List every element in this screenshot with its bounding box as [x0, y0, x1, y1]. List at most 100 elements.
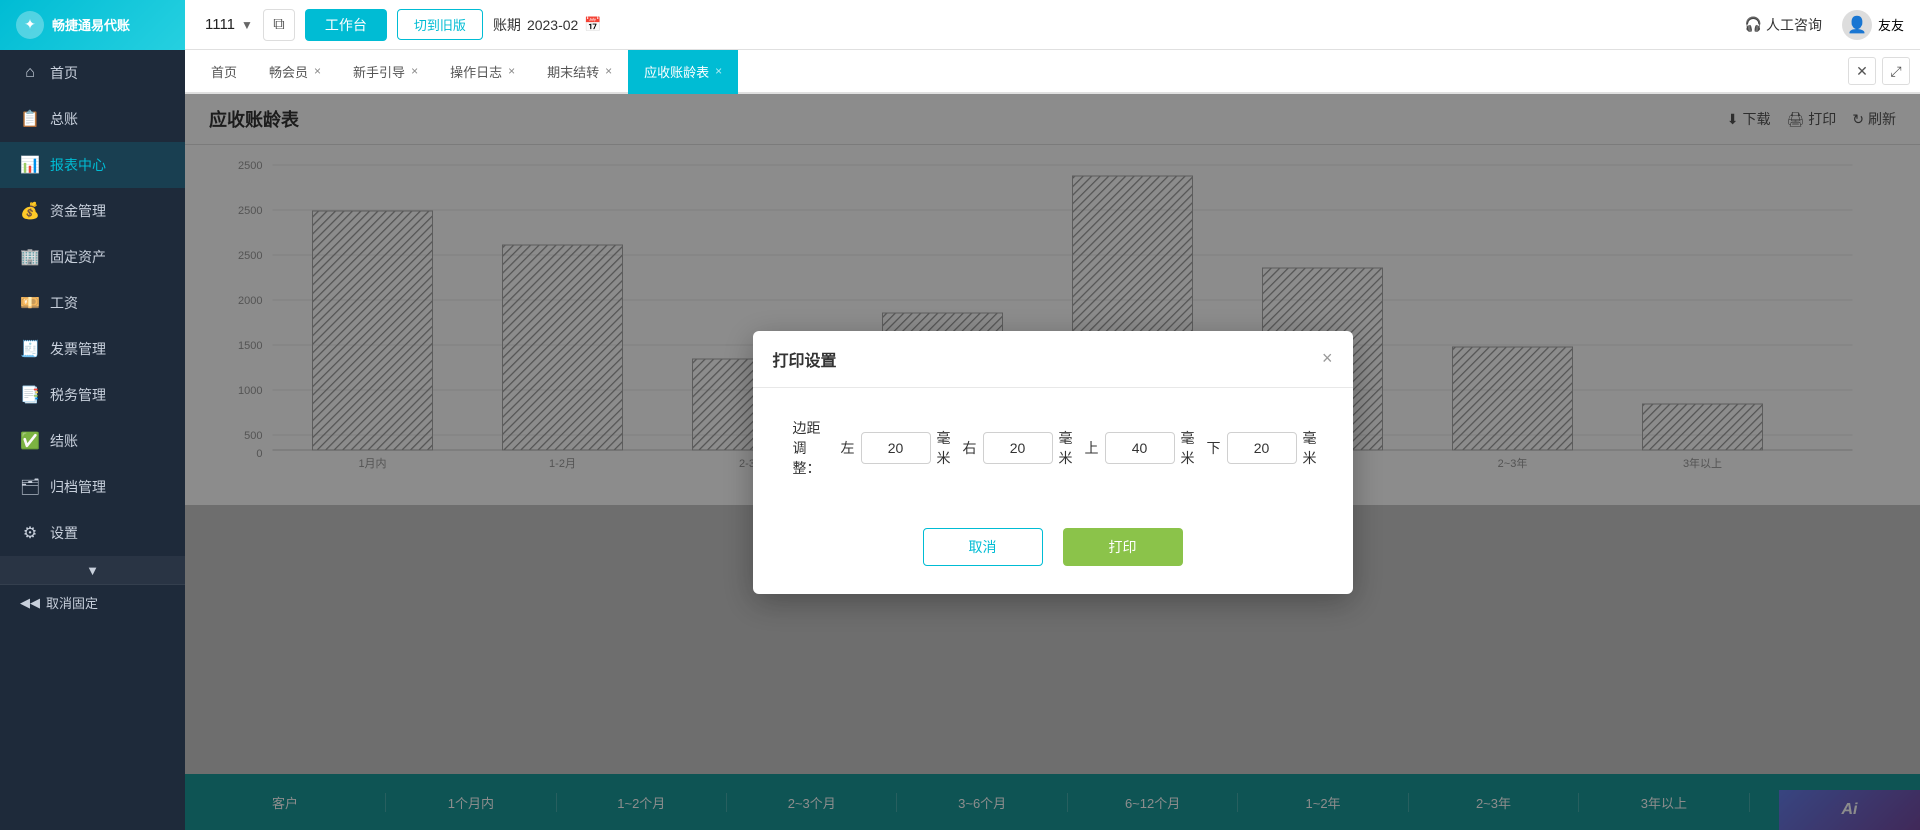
sidebar-item-invoice[interactable]: 🧾 发票管理 — [0, 326, 185, 372]
margin-right-unit: 毫米 — [1059, 428, 1073, 468]
margin-left-input[interactable] — [861, 432, 931, 464]
margin-left-unit: 毫米 — [937, 428, 951, 468]
salary-icon: 💴 — [20, 293, 40, 313]
tax-icon: 📑 — [20, 385, 40, 405]
closing-icon: ✅ — [20, 431, 40, 451]
user-area[interactable]: 👤 友友 — [1842, 10, 1904, 40]
tab-bar: 首页 畅会员 × 新手引导 × 操作日志 × 期末结转 × 应收账龄表 × — [185, 50, 1920, 94]
settings-icon: ⚙ — [20, 523, 40, 543]
ledger-icon: 📋 — [20, 109, 40, 129]
user-label: 友友 — [1878, 15, 1904, 34]
margin-row: 边距调整： 左 毫米 右 毫米 — [793, 418, 1313, 478]
cancel-fixed-button[interactable]: ◀◀ 取消固定 — [0, 584, 185, 620]
sidebar-label-reports: 报表中心 — [50, 155, 106, 175]
tab-member-label: 畅会员 — [269, 62, 308, 81]
margin-right-label: 右 — [963, 438, 977, 458]
print-settings-dialog: 打印设置 × 边距调整： 左 毫米 右 — [753, 331, 1353, 594]
close-window-button[interactable]: ✕ — [1848, 57, 1876, 85]
sidebar: ⌂ 首页 📋 总账 📊 报表中心 💰 资金管理 🏢 固定资产 💴 工资 🧾 发票… — [0, 50, 185, 830]
header-right: 🎧 人工咨询 👤 友友 — [1745, 10, 1904, 40]
margin-label: 边距调整： — [793, 418, 821, 478]
account-period: 账期 2023-02 📅 — [493, 15, 602, 35]
logo-text: 畅捷通易代账 — [52, 15, 130, 34]
sidebar-item-closing[interactable]: ✅ 结账 — [0, 418, 185, 464]
margin-bottom-label: 下 — [1207, 438, 1221, 458]
account-period-prefix: 账期 — [493, 15, 521, 35]
consult-button[interactable]: 🎧 人工咨询 — [1745, 15, 1822, 35]
tab-ar-aging-close[interactable]: × — [715, 64, 722, 78]
dialog-cancel-button[interactable]: 取消 — [923, 528, 1043, 566]
sidebar-item-salary[interactable]: 💴 工资 — [0, 280, 185, 326]
page-content: 应收账龄表 ⬇ 下载 🖨 打印 ↻ 刷新 — [185, 94, 1920, 830]
sidebar-scroll-down[interactable]: ▼ — [0, 556, 185, 584]
tab-member-close[interactable]: × — [314, 64, 321, 78]
sidebar-label-invoice: 发票管理 — [50, 339, 106, 359]
account-period-value: 2023-02 — [527, 17, 578, 33]
tab-ar-aging[interactable]: 应收账龄表 × — [628, 50, 738, 94]
sidebar-item-tax[interactable]: 📑 税务管理 — [0, 372, 185, 418]
tab-period-close-close[interactable]: × — [605, 64, 612, 78]
cancel-fixed-icon: ◀◀ — [20, 595, 40, 611]
sidebar-label-assets: 固定资产 — [50, 247, 106, 267]
company-select[interactable]: 1111 ▼ — [205, 16, 253, 33]
funds-icon: 💰 — [20, 201, 40, 221]
tab-period-close[interactable]: 期末结转 × — [531, 50, 628, 94]
dialog-print-button[interactable]: 打印 — [1063, 528, 1183, 566]
margin-top-group: 上 毫米 — [1085, 428, 1195, 468]
assets-icon: 🏢 — [20, 247, 40, 267]
tab-home-label: 首页 — [211, 62, 237, 81]
sidebar-label-closing: 结账 — [50, 431, 78, 451]
sidebar-item-reports[interactable]: 📊 报表中心 — [0, 142, 185, 188]
dialog-footer: 取消 打印 — [753, 508, 1353, 594]
sidebar-label-salary: 工资 — [50, 293, 78, 313]
dialog-header: 打印设置 × — [753, 331, 1353, 388]
sidebar-item-funds[interactable]: 💰 资金管理 — [0, 188, 185, 234]
main-layout: ⌂ 首页 📋 总账 📊 报表中心 💰 资金管理 🏢 固定资产 💴 工资 🧾 发票… — [0, 50, 1920, 830]
margin-bottom-input[interactable] — [1227, 432, 1297, 464]
workbench-button[interactable]: 工作台 — [305, 9, 387, 41]
sidebar-item-home[interactable]: ⌂ 首页 — [0, 50, 185, 96]
archive-icon: 🗂 — [20, 477, 40, 497]
dropdown-arrow-icon[interactable]: ▼ — [241, 18, 253, 32]
invoice-icon: 🧾 — [20, 339, 40, 359]
sidebar-label-archive: 归档管理 — [50, 477, 106, 497]
margin-bottom-group: 下 毫米 — [1207, 428, 1317, 468]
sidebar-label-funds: 资金管理 — [50, 201, 106, 221]
maximize-window-button[interactable]: ⤢ — [1882, 57, 1910, 85]
sidebar-item-ledger[interactable]: 📋 总账 — [0, 96, 185, 142]
dialog-close-button[interactable]: × — [1322, 348, 1333, 369]
sidebar-item-settings[interactable]: ⚙ 设置 — [0, 510, 185, 556]
tab-guide-close[interactable]: × — [411, 64, 418, 78]
margin-top-label: 上 — [1085, 438, 1099, 458]
home-icon: ⌂ — [20, 64, 40, 82]
tab-oplog-label: 操作日志 — [450, 62, 502, 81]
margin-right-input[interactable] — [983, 432, 1053, 464]
tab-oplog[interactable]: 操作日志 × — [434, 50, 531, 94]
logo-area: ✦ 畅捷通易代账 — [0, 0, 185, 50]
dialog-title: 打印设置 — [773, 347, 837, 371]
tab-actions: ✕ ⤢ — [1848, 57, 1910, 85]
copy-button[interactable]: ⧉ — [263, 9, 295, 41]
reports-icon: 📊 — [20, 155, 40, 175]
tab-guide[interactable]: 新手引导 × — [337, 50, 434, 94]
margin-right-group: 右 毫米 — [963, 428, 1073, 468]
user-avatar: 👤 — [1842, 10, 1872, 40]
dialog-body: 边距调整： 左 毫米 右 毫米 — [753, 388, 1353, 508]
margin-bottom-unit: 毫米 — [1303, 428, 1317, 468]
headset-icon: 🎧 — [1745, 16, 1762, 33]
calendar-icon[interactable]: 📅 — [584, 16, 601, 33]
tab-oplog-close[interactable]: × — [508, 64, 515, 78]
tab-guide-label: 新手引导 — [353, 62, 405, 81]
switch-old-button[interactable]: 切到旧版 — [397, 9, 483, 40]
dialog-overlay: 打印设置 × 边距调整： 左 毫米 右 — [185, 94, 1920, 830]
tab-home[interactable]: 首页 — [195, 50, 253, 94]
margin-top-input[interactable] — [1105, 432, 1175, 464]
sidebar-label-home: 首页 — [50, 63, 78, 83]
sidebar-label-tax: 税务管理 — [50, 385, 106, 405]
company-name: 1111 — [205, 16, 235, 33]
sidebar-item-assets[interactable]: 🏢 固定资产 — [0, 234, 185, 280]
margin-top-unit: 毫米 — [1181, 428, 1195, 468]
sidebar-item-archive[interactable]: 🗂 归档管理 — [0, 464, 185, 510]
tab-member[interactable]: 畅会员 × — [253, 50, 337, 94]
logo-icon: ✦ — [16, 11, 44, 39]
